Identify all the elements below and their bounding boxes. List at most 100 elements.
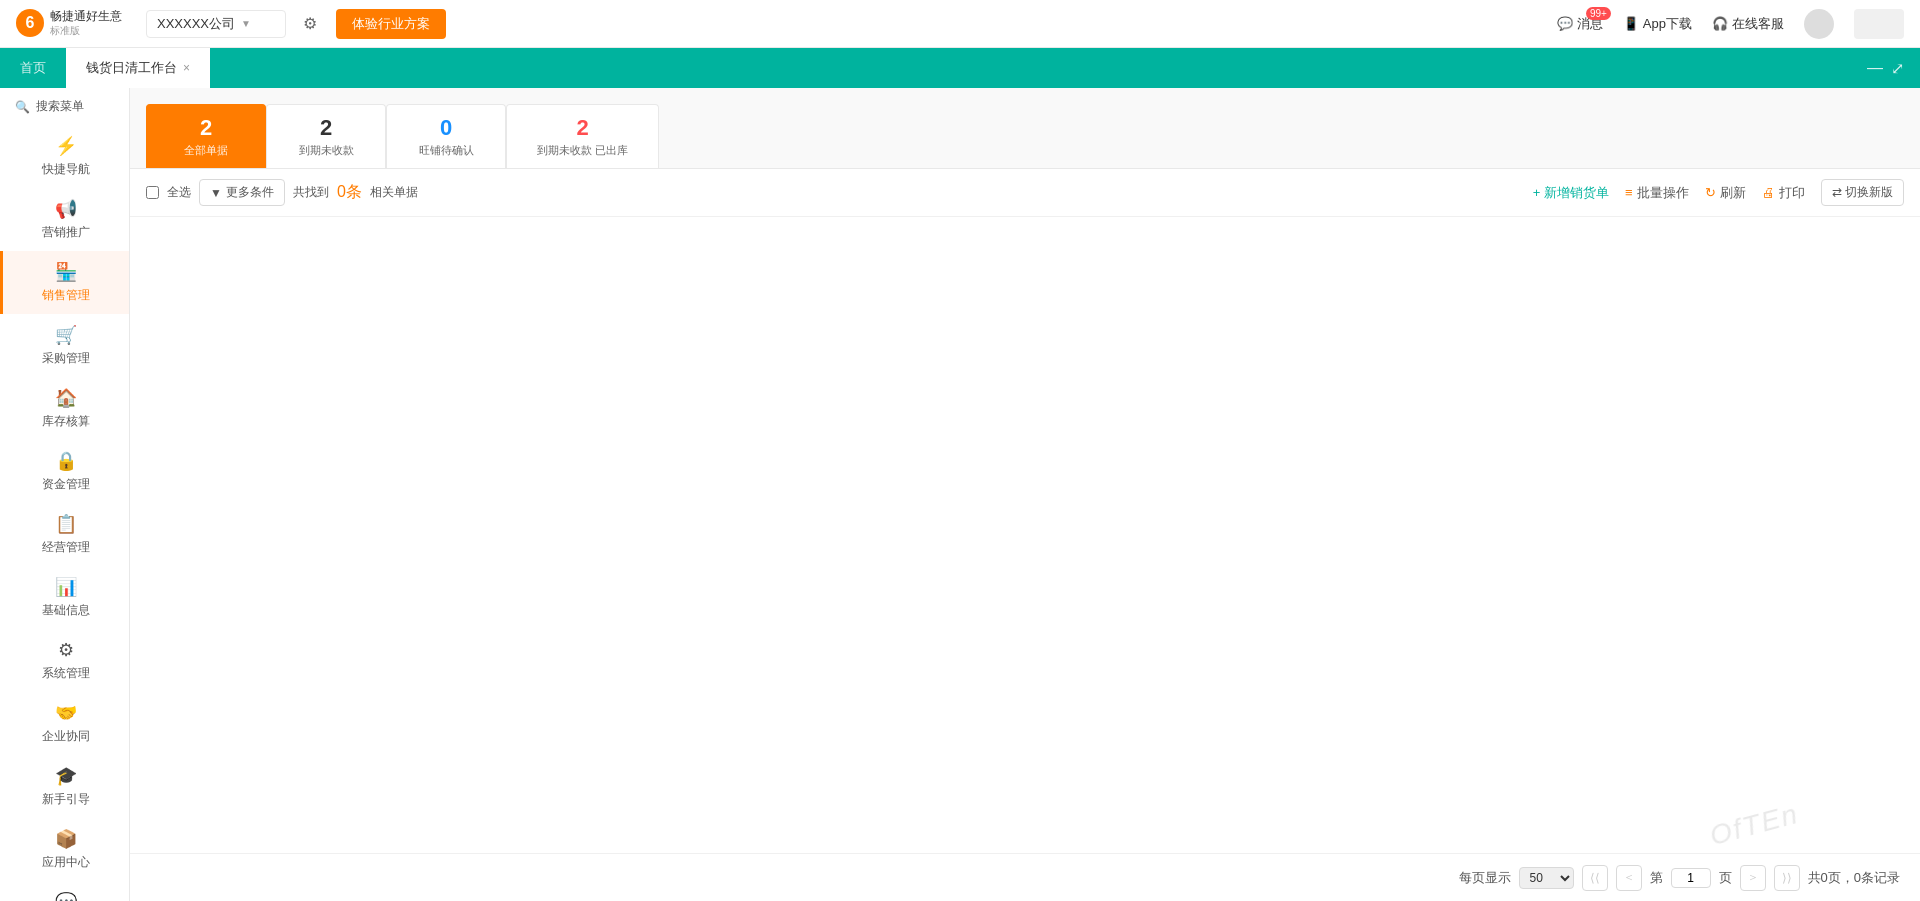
app-download-button[interactable]: 📱 App下载 [1623,15,1692,33]
search-icon: 🔍 [15,100,30,114]
select-all-label: 全选 [167,184,191,201]
guide-icon: 🎓 [55,765,77,787]
sidebar-sales-label: 销售管理 [42,287,90,304]
sidebar-item-enterprise[interactable]: 🤝 企业协同 [0,692,129,755]
sidebar-item-sales[interactable]: 🏪 销售管理 [0,251,129,314]
main-layout: 🔍 搜索菜单 ⚡ 快捷导航 📢 营销推广 🏪 销售管理 🛒 采购管理 🏠 库存核… [0,88,1920,901]
marketing-icon: 📢 [55,198,77,220]
page-input[interactable] [1671,868,1711,888]
batch-operation-button[interactable]: ≡ 批量操作 [1625,184,1689,202]
prev-page-button[interactable]: ＜ [1616,865,1642,891]
select-all-checkbox[interactable] [146,186,159,199]
sidebar-item-operation[interactable]: 📋 经营管理 [0,503,129,566]
sidebar-item-wechat[interactable]: 💬 企业微信 [0,881,129,901]
sidebar-system-label: 系统管理 [42,665,90,682]
content-inner: 2 全部单据 2 到期未收款 0 旺铺待确认 2 到期未收款 已出库 [130,88,1920,901]
stat-tab-overdue[interactable]: 2 到期未收款 [266,104,386,168]
new-sales-order-button[interactable]: + 新增销货单 [1533,184,1609,202]
stat-number-shipped: 2 [576,115,588,141]
inventory-icon: 🏠 [55,387,77,409]
enterprise-icon: 🤝 [55,702,77,724]
batch-icon: ≡ [1625,185,1633,200]
logo-text: 畅捷通好生意 标准版 [50,9,122,37]
found-count: 0条 [337,182,362,203]
avatar[interactable] [1804,9,1834,39]
sidebar-operation-label: 经营管理 [42,539,90,556]
pagination: 每页显示 50 20 100 ⟨⟨ ＜ 第 页 ＞ ⟩⟩ 共0页，0条记录 [130,853,1920,901]
sidebar-item-guide[interactable]: 🎓 新手引导 [0,755,129,818]
tab-home-label: 首页 [20,59,46,77]
logo-area: 6 畅捷通好生意 标准版 [16,9,146,37]
toolbar: 全选 ▼ 更多条件 共找到 0条 相关单据 + 新增销货单 ≡ 批量操作 [130,169,1920,217]
total-label: 共0页，0条记录 [1808,869,1900,887]
refresh-button[interactable]: ↻ 刷新 [1705,184,1746,202]
new-sales-order-label: + 新增销货单 [1533,184,1609,202]
table-area [130,217,1920,853]
next-page-button[interactable]: ＞ [1740,865,1766,891]
sidebar-purchase-label: 采购管理 [42,350,90,367]
sidebar-item-inventory[interactable]: 🏠 库存核算 [0,377,129,440]
sidebar-search[interactable]: 🔍 搜索菜单 [0,88,129,125]
sidebar-inventory-label: 库存核算 [42,413,90,430]
switch-icon: ⇄ [1832,185,1845,199]
print-button[interactable]: 🖨 打印 [1762,184,1805,202]
stat-number-all: 2 [200,115,212,141]
switch-new-version-button[interactable]: ⇄ 切换新版 [1821,179,1904,206]
app-download-label: App下载 [1643,15,1692,33]
last-page-button[interactable]: ⟩⟩ [1774,865,1800,891]
stat-label-shipped: 到期未收款 已出库 [537,143,628,158]
filter-icon: ▼ [210,186,222,200]
online-service-label: 在线客服 [1732,15,1784,33]
sidebar-item-appcenter[interactable]: 📦 应用中心 [0,818,129,881]
message-button[interactable]: 💬 消息 99+ [1557,15,1603,33]
per-page-label: 每页显示 [1459,869,1511,887]
page-suffix: 页 [1719,869,1732,887]
download-icon: 📱 [1623,16,1639,31]
print-label: 打印 [1779,184,1805,202]
maximize-button[interactable]: ⤢ [1891,59,1904,78]
sidebar-marketing-label: 营销推广 [42,224,90,241]
sidebar: 🔍 搜索菜单 ⚡ 快捷导航 📢 营销推广 🏪 销售管理 🛒 采购管理 🏠 库存核… [0,88,130,901]
top-header: 6 畅捷通好生意 标准版 XXXXXX公司 ▼ ⚙ 体验行业方案 💬 消息 99… [0,0,1920,48]
tab-workbench[interactable]: 钱货日清工作台 × [66,48,210,88]
fund-icon: 🔒 [55,450,77,472]
per-page-select[interactable]: 50 20 100 [1519,867,1574,889]
tab-bar-actions: — ⤢ [1867,48,1920,88]
stats-tabs: 2 全部单据 2 到期未收款 0 旺铺待确认 2 到期未收款 已出库 [130,88,1920,169]
stat-tab-all[interactable]: 2 全部单据 [146,104,266,168]
refresh-icon: ↻ [1705,185,1716,200]
batch-label: 批量操作 [1637,184,1689,202]
quicknav-icon: ⚡ [55,135,77,157]
settings-button[interactable]: ⚙ [294,8,326,40]
stat-tab-shipped[interactable]: 2 到期未收款 已出库 [506,104,659,168]
first-page-button[interactable]: ⟨⟨ [1582,865,1608,891]
sidebar-item-fund[interactable]: 🔒 资金管理 [0,440,129,503]
online-service-button[interactable]: 🎧 在线客服 [1712,15,1784,33]
stat-label-pending: 旺铺待确认 [419,143,474,158]
operation-icon: 📋 [55,513,77,535]
tab-home[interactable]: 首页 [0,48,66,88]
chevron-down-icon: ▼ [241,18,251,29]
sidebar-item-marketing[interactable]: 📢 营销推广 [0,188,129,251]
tab-close-icon[interactable]: × [183,61,190,75]
more-conditions-button[interactable]: ▼ 更多条件 [199,179,285,206]
sales-icon: 🏪 [55,261,77,283]
trial-button[interactable]: 体验行业方案 [336,9,446,39]
sidebar-item-purchase[interactable]: 🛒 采购管理 [0,314,129,377]
minimize-button[interactable]: — [1867,59,1883,77]
system-icon: ⚙ [58,639,74,661]
message-badge: 99+ [1586,7,1611,20]
service-icon: 🎧 [1712,16,1728,31]
stat-tab-pending[interactable]: 0 旺铺待确认 [386,104,506,168]
found-suffix: 相关单据 [370,184,418,201]
header-right: 💬 消息 99+ 📱 App下载 🎧 在线客服 [1557,9,1904,39]
sidebar-item-basic[interactable]: 📊 基础信息 [0,566,129,629]
sidebar-item-quicknav[interactable]: ⚡ 快捷导航 [0,125,129,188]
company-selector[interactable]: XXXXXX公司 ▼ [146,10,286,38]
tab-workbench-label: 钱货日清工作台 [86,59,177,77]
appcenter-icon: 📦 [55,828,77,850]
sidebar-appcenter-label: 应用中心 [42,854,90,871]
logo-icon: 6 [16,9,44,37]
sidebar-item-system[interactable]: ⚙ 系统管理 [0,629,129,692]
stat-number-pending: 0 [440,115,452,141]
